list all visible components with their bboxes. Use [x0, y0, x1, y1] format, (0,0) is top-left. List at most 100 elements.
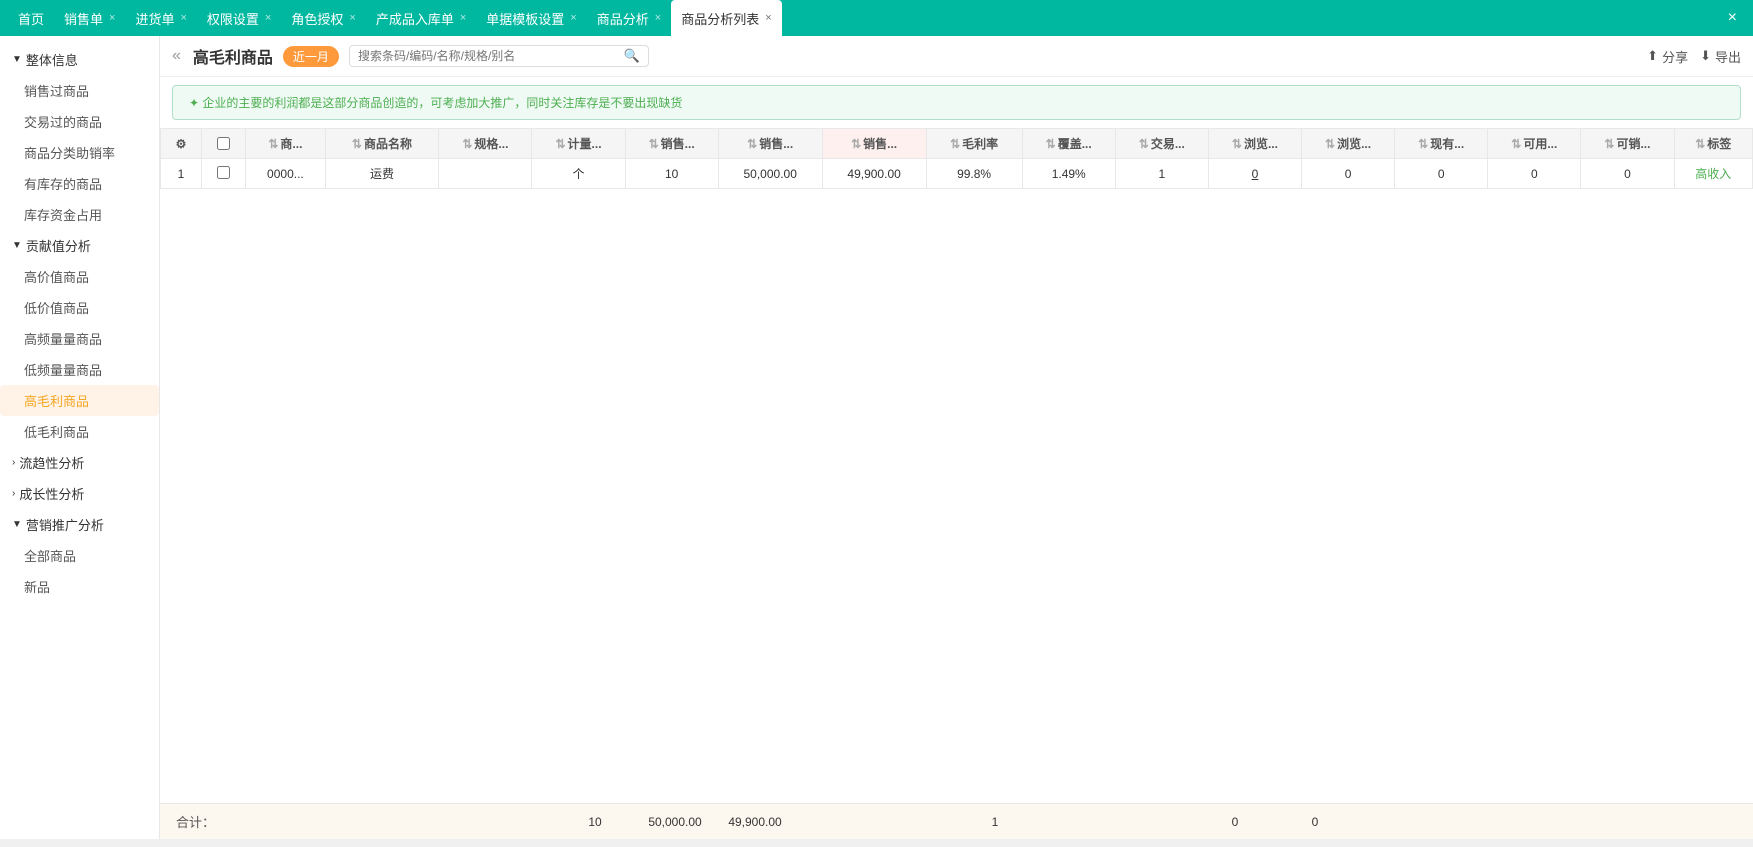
footer-spacer1: [235, 815, 315, 829]
sidebar-item-stocked-goods[interactable]: 有库存的商品: [0, 168, 159, 199]
info-banner: ✦ 企业的主要的利润都是这部分商品创造的，可考虑加大推广，同时关注库存是不要出现…: [172, 85, 1741, 120]
col-code[interactable]: ⇅ 商...: [246, 129, 325, 159]
sidebar-item-low-value[interactable]: 低价值商品: [0, 292, 159, 323]
sort-icon: ⇅: [649, 137, 659, 151]
col-sales-qty[interactable]: ⇅ 销售...: [625, 129, 718, 159]
main-content: ▼ 整体信息 销售过商品 交易过的商品 商品分类助销率 有库存的商品 库存资金占…: [0, 36, 1753, 839]
sidebar-group-growth[interactable]: › 成长性分析: [0, 478, 159, 509]
tag-badge: 高收入: [1695, 167, 1731, 181]
col-coverage[interactable]: ⇅ 覆盖...: [1022, 129, 1115, 159]
close-product-entry[interactable]: ×: [460, 12, 466, 24]
tab-role-permissions[interactable]: 角色授权 ×: [281, 0, 365, 36]
sidebar-item-low-margin[interactable]: 低毛利商品: [0, 416, 159, 447]
close-product-analysis[interactable]: ×: [655, 12, 661, 24]
col-sales-profit[interactable]: ⇅ 销售...: [822, 129, 926, 159]
col-unit[interactable]: ⇅ 计量...: [532, 129, 625, 159]
col-checkbox[interactable]: [201, 129, 245, 159]
col-saleable[interactable]: ⇅ 可销...: [1581, 129, 1674, 159]
arrow-financial: ▼: [12, 240, 22, 251]
col-transaction[interactable]: ⇅ 交易...: [1115, 129, 1208, 159]
footer-spacer7: [1035, 815, 1115, 829]
cell-tag: 高收入: [1674, 159, 1752, 189]
col-name[interactable]: ⇅ 商品名称: [325, 129, 439, 159]
cell-checkbox[interactable]: [201, 159, 245, 189]
tab-purchase-order[interactable]: 进货单 ×: [125, 0, 196, 36]
sidebar-item-new-goods[interactable]: 新品: [0, 571, 159, 602]
tab-sales-order[interactable]: 销售单 ×: [54, 0, 125, 36]
cell-unit: 个: [532, 159, 625, 189]
sidebar-item-traded-goods[interactable]: 交易过的商品: [0, 106, 159, 137]
close-product-analysis-list[interactable]: ×: [765, 12, 771, 24]
footer-sales-profit: 49,900.00: [715, 815, 795, 829]
tab-product-analysis[interactable]: 商品分析 ×: [587, 0, 671, 36]
footer-cols: 10 50,000.00 49,900.00 1 0 0: [235, 815, 1737, 829]
tab-product-entry[interactable]: 产成品入库单 ×: [366, 0, 476, 36]
col-gross-margin[interactable]: ⇅ 毛利率: [926, 129, 1022, 159]
window-close-button[interactable]: ×: [1720, 9, 1745, 27]
tab-product-analysis-list[interactable]: 商品分析列表 ×: [671, 0, 781, 36]
sort-icon: ⇅: [1418, 137, 1428, 151]
sidebar-group-trend[interactable]: › 流趋性分析: [0, 447, 159, 478]
table-row: 1 0000... 运费 个 10 50,000.00 49,900.00 99…: [161, 159, 1753, 189]
col-browse1[interactable]: ⇅ 浏览...: [1208, 129, 1301, 159]
tab-template-settings[interactable]: 单据模板设置 ×: [476, 0, 586, 36]
sidebar-item-sales-goods[interactable]: 销售过商品: [0, 75, 159, 106]
footer-spacer6: [875, 815, 955, 829]
filter-button[interactable]: 近一月: [283, 46, 339, 67]
col-browse2[interactable]: ⇅ 浏览...: [1302, 129, 1395, 159]
sidebar-item-goods-assist-rate[interactable]: 商品分类助销率: [0, 137, 159, 168]
sidebar-item-high-freq[interactable]: 高频量量商品: [0, 323, 159, 354]
sidebar-item-stock-capital[interactable]: 库存资金占用: [0, 199, 159, 230]
sort-icon: ⇅: [555, 137, 565, 151]
content-panel: « 高毛利商品 近一月 🔍 ⬆ 分享 ⬇ 导出 ✦ 企业的主要的利润都是这部分商…: [160, 36, 1753, 839]
search-input[interactable]: [358, 49, 624, 63]
col-tag[interactable]: ⇅ 标签: [1674, 129, 1752, 159]
cell-transaction: 1: [1115, 159, 1208, 189]
sidebar-collapse-button[interactable]: «: [172, 47, 181, 65]
sort-icon: ⇅: [1511, 137, 1521, 151]
col-sales-amount[interactable]: ⇅ 销售...: [718, 129, 822, 159]
close-role-permissions[interactable]: ×: [349, 12, 355, 24]
cell-sales-profit: 49,900.00: [822, 159, 926, 189]
col-settings[interactable]: ⚙: [161, 129, 202, 159]
search-box: 🔍: [349, 45, 649, 67]
sort-icon: ⇅: [950, 137, 960, 151]
sort-icon: ⇅: [1046, 137, 1056, 151]
cell-browse1[interactable]: 0: [1208, 159, 1301, 189]
sidebar-item-low-freq[interactable]: 低频量量商品: [0, 354, 159, 385]
close-template-settings[interactable]: ×: [570, 12, 576, 24]
col-current-stock[interactable]: ⇅ 现有...: [1395, 129, 1488, 159]
share-button[interactable]: ⬆ 分享: [1647, 47, 1688, 66]
sort-icon: ⇅: [462, 137, 472, 151]
tab-permission-settings[interactable]: 权限设置 ×: [197, 0, 281, 36]
tab-home[interactable]: 首页: [8, 0, 54, 36]
export-button[interactable]: ⬇ 导出: [1700, 47, 1741, 66]
search-icon[interactable]: 🔍: [624, 48, 640, 64]
footer-spacer4: [475, 815, 555, 829]
footer-available: 0: [1275, 815, 1355, 829]
col-available[interactable]: ⇅ 可用...: [1488, 129, 1581, 159]
close-sales-order[interactable]: ×: [109, 12, 115, 24]
bottom-scroll-area[interactable]: [0, 839, 1753, 847]
sidebar-group-financial[interactable]: ▼ 贡献值分析: [0, 230, 159, 261]
page-title: 高毛利商品: [193, 44, 273, 68]
sidebar-item-high-value[interactable]: 高价值商品: [0, 261, 159, 292]
export-icon: ⬇: [1700, 48, 1711, 64]
cell-name: 运费: [325, 159, 439, 189]
sidebar-item-all-goods[interactable]: 全部商品: [0, 540, 159, 571]
sidebar-group-overall[interactable]: ▼ 整体信息: [0, 44, 159, 75]
footer-label: 合计：: [176, 812, 215, 831]
col-spec[interactable]: ⇅ 规格...: [439, 129, 532, 159]
sidebar-group-marketing[interactable]: ▼ 营销推广分析: [0, 509, 159, 540]
footer-spacer3: [395, 815, 475, 829]
browse1-link[interactable]: 0: [1252, 167, 1259, 181]
close-purchase-order[interactable]: ×: [180, 12, 186, 24]
table-header-row: ⚙ ⇅ 商... ⇅: [161, 129, 1753, 159]
arrow-growth: ›: [12, 488, 15, 499]
select-all-checkbox[interactable]: [217, 137, 230, 150]
sidebar-item-high-margin[interactable]: 高毛利商品: [0, 385, 159, 416]
cell-index: 1: [161, 159, 202, 189]
sidebar: ▼ 整体信息 销售过商品 交易过的商品 商品分类助销率 有库存的商品 库存资金占…: [0, 36, 160, 839]
row-checkbox[interactable]: [217, 166, 230, 179]
close-permission-settings[interactable]: ×: [265, 12, 271, 24]
